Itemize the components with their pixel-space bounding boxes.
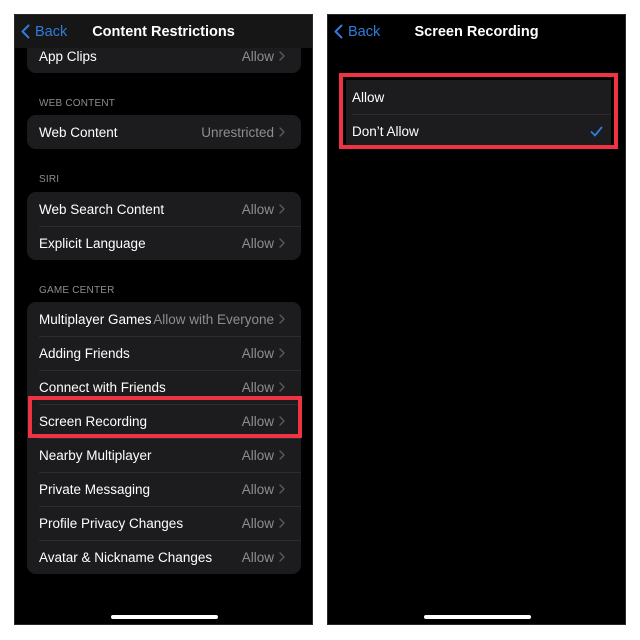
row-label: Adding Friends (39, 345, 130, 361)
screen-recording-options: Allow Don’t Allow (346, 80, 611, 148)
row-web-content[interactable]: Web Content Unrestricted (27, 115, 301, 149)
row-label: Private Messaging (39, 481, 151, 497)
chevron-right-icon (279, 348, 293, 358)
row-explicit-language[interactable]: Explicit Language Allow (27, 226, 301, 260)
row-value: Allow (241, 549, 274, 565)
row-multiplayer-games[interactable]: Multiplayer Games Allow with Everyone (27, 302, 301, 336)
back-label: Back (35, 23, 68, 40)
nav-bar: Back Content Restrictions (15, 15, 312, 48)
row-value: Allow (241, 481, 274, 497)
row-label: Screen Recording (39, 413, 148, 429)
chevron-right-icon (279, 552, 293, 562)
chevron-right-icon (279, 416, 293, 426)
back-button[interactable]: Back (334, 15, 380, 48)
game-center-group: Multiplayer Games Allow with Everyone Ad… (27, 302, 301, 574)
row-web-search-content[interactable]: Web Search Content Allow (27, 192, 301, 226)
section-header-siri: SIRI (39, 174, 60, 185)
chevron-left-icon (334, 24, 343, 39)
row-value: Allow (241, 447, 274, 463)
row-value: Allow (241, 235, 274, 251)
row-value: Allow with Everyone (153, 311, 274, 327)
row-value: Allow (241, 413, 274, 429)
nav-bar: Back Screen Recording (328, 15, 625, 48)
row-label: Multiplayer Games (39, 311, 152, 327)
web-content-group: Web Content Unrestricted (27, 115, 301, 149)
chevron-right-icon (279, 127, 293, 137)
row-label: Connect with Friends (39, 379, 166, 395)
back-label: Back (348, 23, 381, 40)
row-value: Unrestricted (201, 124, 274, 140)
page-title: Screen Recording (414, 23, 539, 40)
row-value: Allow (241, 515, 274, 531)
option-label: Allow (352, 89, 385, 105)
row-adding-friends[interactable]: Adding Friends Allow (27, 336, 301, 370)
chevron-right-icon (279, 314, 293, 324)
row-label: Nearby Multiplayer (39, 447, 152, 463)
section-header-web-content: WEB CONTENT (39, 98, 116, 109)
row-avatar-nickname-changes[interactable]: Avatar & Nickname Changes Allow (27, 540, 301, 574)
row-label: Avatar & Nickname Changes (39, 549, 213, 565)
section-header-game-center: GAME CENTER (39, 285, 115, 296)
row-label: App Clips (39, 48, 97, 64)
content-restrictions-screen: App Clips Allow Back Content Restriction… (14, 14, 313, 625)
chevron-right-icon (279, 204, 293, 214)
row-profile-privacy-changes[interactable]: Profile Privacy Changes Allow (27, 506, 301, 540)
chevron-right-icon (279, 484, 293, 494)
chevron-right-icon (279, 518, 293, 528)
row-nearby-multiplayer[interactable]: Nearby Multiplayer Allow (27, 438, 301, 472)
back-button[interactable]: Back (21, 15, 67, 48)
chevron-right-icon (279, 51, 293, 61)
row-connect-with-friends[interactable]: Connect with Friends Allow (27, 370, 301, 404)
row-value: Allow (241, 201, 274, 217)
row-label: Web Search Content (39, 201, 165, 217)
option-label: Don’t Allow (352, 123, 419, 139)
home-indicator[interactable] (423, 615, 531, 619)
chevron-right-icon (279, 450, 293, 460)
checkmark-icon (590, 126, 603, 137)
chevron-right-icon (279, 238, 293, 248)
screen-recording-screen: Back Screen Recording Allow Don’t Allow (327, 14, 626, 625)
row-screen-recording[interactable]: Screen Recording Allow (27, 404, 301, 438)
row-label: Profile Privacy Changes (39, 515, 184, 531)
chevron-left-icon (21, 24, 30, 39)
page-title: Content Restrictions (92, 23, 235, 40)
row-value: Allow (241, 379, 274, 395)
siri-group: Web Search Content Allow Explicit Langua… (27, 192, 301, 260)
home-indicator[interactable] (110, 615, 218, 619)
row-label: Web Content (39, 124, 118, 140)
row-value: Allow (241, 48, 274, 64)
option-dont-allow[interactable]: Don’t Allow (346, 114, 611, 148)
row-private-messaging[interactable]: Private Messaging Allow (27, 472, 301, 506)
row-value: Allow (241, 345, 274, 361)
chevron-right-icon (279, 382, 293, 392)
option-allow[interactable]: Allow (346, 80, 611, 114)
row-label: Explicit Language (39, 235, 146, 251)
